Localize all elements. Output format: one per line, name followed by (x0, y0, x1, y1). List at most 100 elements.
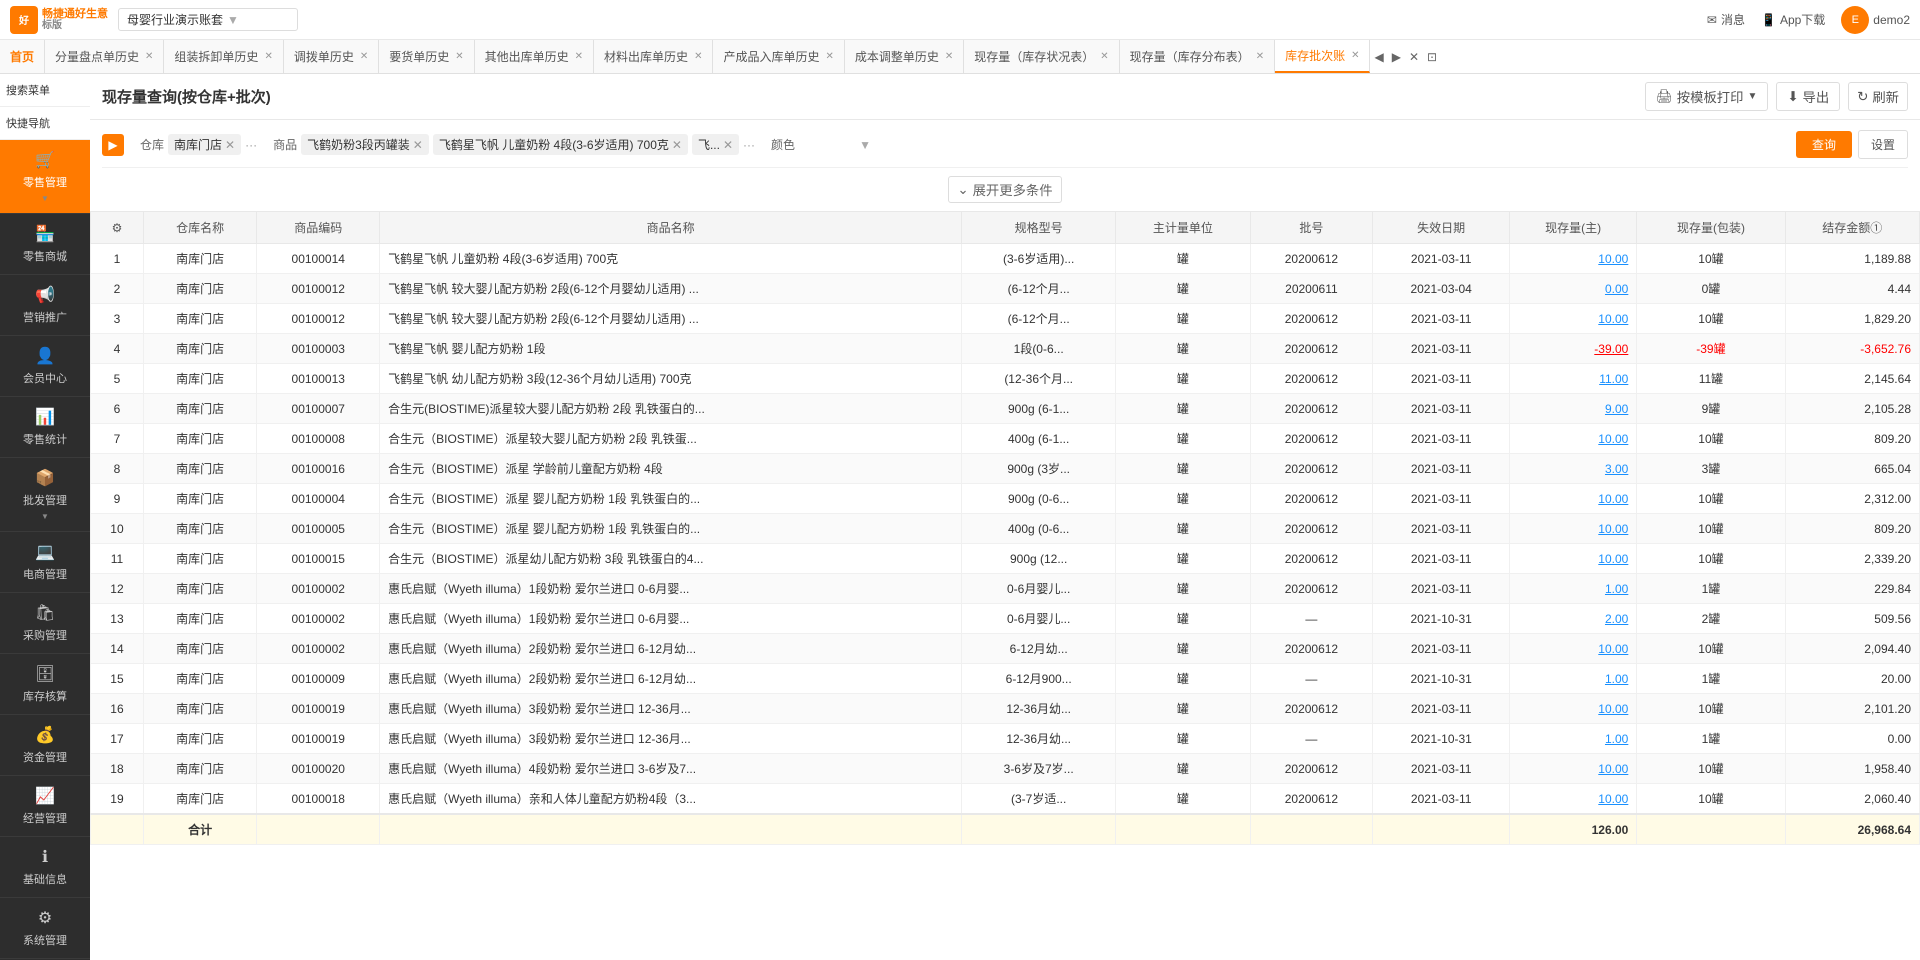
cell-no: 17 (91, 724, 144, 754)
cell-code: 00100016 (257, 454, 380, 484)
cell-qty-main[interactable]: 10.00 (1510, 784, 1637, 815)
cell-qty-main[interactable]: 10.00 (1510, 544, 1637, 574)
tab-zuhe[interactable]: 组装拆卸单历史 ✕ (164, 40, 283, 73)
cell-warehouse: 南库门店 (143, 544, 256, 574)
account-selector[interactable]: 母婴行业演示账套 ▼ (118, 8, 298, 31)
goods-tag-1[interactable]: 飞鹤奶粉3段丙罐装 ✕ (301, 134, 429, 155)
close-icon[interactable]: ✕ (825, 51, 833, 62)
cell-qty-main[interactable]: 1.00 (1510, 664, 1637, 694)
wholesale-icon: 📦 (35, 468, 55, 488)
cell-expire: 2021-03-11 (1373, 424, 1510, 454)
cell-qty-main[interactable]: 9.00 (1510, 394, 1637, 424)
sidebar-item-ecom[interactable]: 💻 电商管理 (0, 532, 90, 593)
tab-xiancun1[interactable]: 现存量（库存状况表） ✕ (964, 40, 1119, 73)
cell-qty-main[interactable]: 10.00 (1510, 514, 1637, 544)
close-icon[interactable]: ✕ (945, 51, 953, 62)
cell-amount: 809.20 (1785, 424, 1919, 454)
close-icon[interactable]: ✕ (455, 51, 463, 62)
close-icon[interactable]: ✕ (145, 51, 153, 62)
tab-diaobo[interactable]: 调拨单历史 ✕ (284, 40, 379, 73)
remove-tag-icon[interactable]: ✕ (225, 138, 235, 152)
cell-qty-main[interactable]: 2.00 (1510, 604, 1637, 634)
cell-warehouse: 南库门店 (143, 244, 256, 274)
cell-qty-main[interactable]: 10.00 (1510, 304, 1637, 334)
remove-tag-icon[interactable]: ✕ (723, 138, 733, 152)
goods-tag-2[interactable]: 飞鹤星飞帆 儿童奶粉 4段(3-6岁适用) 700克 ✕ (433, 134, 688, 155)
cell-qty-main[interactable]: 10.00 (1510, 694, 1637, 724)
tab-kucun-pici[interactable]: 库存批次账 ✕ (1275, 40, 1370, 73)
sidebar-item-inventory[interactable]: 🗄 库存核算 (0, 654, 90, 715)
remove-tag-icon[interactable]: ✕ (672, 138, 682, 152)
tab-more[interactable]: ⊡ (1423, 50, 1441, 64)
sidebar-item-finance[interactable]: 💰 资金管理 (0, 715, 90, 776)
close-icon[interactable]: ✕ (1100, 51, 1108, 62)
cell-expire: 2021-10-31 (1373, 604, 1510, 634)
sidebar-item-member[interactable]: 👤 会员中心 (0, 336, 90, 397)
cell-no: 13 (91, 604, 144, 634)
query-btn[interactable]: 查询 (1796, 131, 1852, 158)
cell-qty-main[interactable]: 10.00 (1510, 484, 1637, 514)
cell-qty-main[interactable]: 0.00 (1510, 274, 1637, 304)
sidebar-item-system[interactable]: ⚙ 系统管理 (0, 898, 90, 959)
cell-qty-main[interactable]: 3.00 (1510, 454, 1637, 484)
export-btn[interactable]: ⬇ 导出 (1776, 82, 1840, 111)
message-btn[interactable]: ✉ 消息 (1707, 11, 1745, 28)
close-icon[interactable]: ✕ (264, 51, 272, 62)
sidebar-quick-nav[interactable]: 快捷导航 (0, 107, 90, 140)
close-icon[interactable]: ✕ (575, 51, 583, 62)
tab-fenliang[interactable]: 分量盘点单历史 ✕ (45, 40, 164, 73)
sidebar-item-basic[interactable]: ℹ 基础信息 (0, 837, 90, 898)
cell-qty-main[interactable]: 10.00 (1510, 634, 1637, 664)
cell-qty-main[interactable]: 11.00 (1510, 364, 1637, 394)
cell-unit: 罐 (1116, 274, 1250, 304)
cell-qty-main[interactable]: 10.00 (1510, 754, 1637, 784)
sidebar-item-purchase[interactable]: 🛍 采购管理 (0, 593, 90, 654)
close-icon[interactable]: ✕ (1256, 51, 1264, 62)
tab-chanpin[interactable]: 产成品入库单历史 ✕ (713, 40, 844, 73)
close-icon[interactable]: ✕ (360, 51, 368, 62)
cell-spec: 900g (3岁... (962, 454, 1116, 484)
tab-qitachuku[interactable]: 其他出库单历史 ✕ (475, 40, 594, 73)
app-download-btn[interactable]: 📱 App下载 (1761, 11, 1825, 28)
close-icon[interactable]: ✕ (1351, 50, 1359, 61)
tab-home[interactable]: 首页 (0, 40, 45, 73)
cell-name: 飞鹤星飞帆 儿童奶粉 4段(3-6岁适用) 700克 (380, 244, 962, 274)
user-menu[interactable]: E demo2 (1841, 6, 1910, 34)
tab-yaohuo[interactable]: 要货单历史 ✕ (379, 40, 474, 73)
cell-qty-main[interactable]: 1.00 (1510, 724, 1637, 754)
col-settings[interactable]: ⚙ (91, 212, 144, 244)
warehouse-tag[interactable]: 南库门店 ✕ (168, 134, 241, 155)
cell-qty-main[interactable]: 10.00 (1510, 424, 1637, 454)
filter-more-dots[interactable]: ··· (743, 138, 755, 152)
sidebar-search-menu[interactable]: 搜索菜单 (0, 74, 90, 107)
sidebar-item-retail-stats[interactable]: 📊 零售统计 (0, 397, 90, 458)
tab-prev[interactable]: ◀ (1370, 50, 1387, 64)
basic-icon: ℹ (42, 847, 48, 867)
tab-chengben[interactable]: 成本调整单历史 ✕ (845, 40, 964, 73)
refresh-btn[interactable]: ↻ 刷新 (1848, 82, 1908, 111)
sidebar-item-marketing[interactable]: 📢 营销推广 (0, 275, 90, 336)
sidebar-item-ops[interactable]: 📈 经营管理 (0, 776, 90, 837)
settings-btn[interactable]: 设置 (1858, 130, 1908, 159)
sidebar-item-mall[interactable]: 🏪 零售商城 (0, 214, 90, 275)
cell-unit: 罐 (1116, 724, 1250, 754)
tab-cailiiao[interactable]: 材料出库单历史 ✕ (594, 40, 713, 73)
tab-close-current[interactable]: ✕ (1405, 50, 1423, 64)
cell-qty-main[interactable]: 10.00 (1510, 244, 1637, 274)
tab-next[interactable]: ▶ (1388, 50, 1405, 64)
cell-qty-main[interactable]: 1.00 (1510, 574, 1637, 604)
table-row: 5南库门店00100013飞鹤星飞帆 幼儿配方奶粉 3段(12-36个月幼儿适用… (91, 364, 1920, 394)
expand-conditions-btn[interactable]: ⌄ 展开更多条件 (948, 176, 1061, 203)
goods-tag-3[interactable]: 飞... ✕ (692, 134, 739, 155)
cell-amount: 509.56 (1785, 604, 1919, 634)
cell-qty-main[interactable]: -39.00 (1510, 334, 1637, 364)
filter-more-dots[interactable]: ··· (245, 138, 257, 152)
close-icon[interactable]: ✕ (694, 51, 702, 62)
remove-tag-icon[interactable]: ✕ (413, 138, 423, 152)
tab-xiancun2[interactable]: 现存量（库存分布表） ✕ (1120, 40, 1275, 73)
sidebar-item-wholesale[interactable]: 📦 批发管理 ▼ (0, 458, 90, 532)
color-dropdown-arrow[interactable]: ▼ (859, 138, 871, 152)
print-btn[interactable]: 🖨 按模板打印 ▼ (1645, 82, 1768, 111)
sidebar-item-retail[interactable]: 🛒 零售管理 ▼ (0, 140, 90, 214)
filter-expand-arrow[interactable]: ▶ (102, 134, 124, 156)
